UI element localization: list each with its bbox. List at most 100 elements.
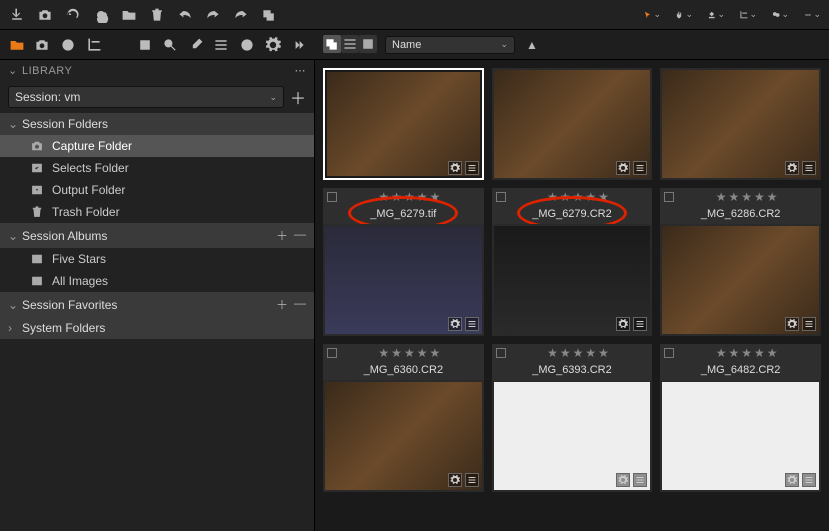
rotate-cw-icon[interactable] bbox=[92, 6, 110, 24]
rotate-ccw-icon[interactable] bbox=[64, 6, 82, 24]
list-icon[interactable] bbox=[213, 36, 231, 54]
crop-tool-icon[interactable] bbox=[85, 36, 103, 54]
tree-item[interactable]: Capture Folder bbox=[0, 135, 314, 157]
star-rating[interactable]: ★★★★★ bbox=[341, 190, 480, 204]
overflow-icon[interactable] bbox=[289, 36, 307, 54]
select-checkbox[interactable] bbox=[496, 348, 506, 358]
thumbnail-cell[interactable]: ★★★★★_MG_6286.CR2 bbox=[660, 188, 821, 336]
tree-item[interactable]: Selects Folder bbox=[0, 157, 314, 179]
meta-badge-icon[interactable] bbox=[802, 161, 816, 175]
meta-badge-icon[interactable] bbox=[633, 161, 647, 175]
import-icon[interactable] bbox=[8, 6, 26, 24]
gear-icon[interactable] bbox=[264, 36, 282, 54]
library-header[interactable]: ⌄ LIBRARY ⋯ bbox=[0, 60, 314, 81]
sort-field-select[interactable]: Name ⌄ bbox=[385, 36, 515, 54]
thumbnail[interactable] bbox=[660, 380, 821, 492]
list-view-button[interactable] bbox=[341, 35, 359, 53]
meta-badge-icon[interactable] bbox=[465, 317, 479, 331]
thumbnail-browser[interactable]: ★★★★★_MG_6279.tif★★★★★_MG_6279.CR2★★★★★_… bbox=[315, 60, 829, 531]
adjust-badge-icon[interactable] bbox=[785, 317, 799, 331]
library-menu-icon[interactable]: ⋯ bbox=[295, 64, 307, 77]
group-remove-button[interactable]: — bbox=[294, 296, 306, 313]
adjust-badge-icon[interactable] bbox=[616, 473, 630, 487]
meta-badge-icon[interactable] bbox=[465, 473, 479, 487]
tree-group-header[interactable]: ⌄Session Albums＋— bbox=[0, 223, 314, 248]
thumbnail[interactable] bbox=[660, 224, 821, 336]
tree-item[interactable]: Output Folder bbox=[0, 179, 314, 201]
tree-item[interactable]: Five Stars bbox=[0, 248, 314, 270]
tree-group-header[interactable]: ⌄Session Folders bbox=[0, 113, 314, 135]
group-add-button[interactable]: ＋ bbox=[276, 227, 288, 244]
cursor-icon[interactable]: ⌄ bbox=[643, 6, 661, 24]
redo-icon[interactable] bbox=[232, 6, 250, 24]
tree-group-header[interactable]: ⌄Session Favorites＋— bbox=[0, 292, 314, 317]
star-rating[interactable]: ★★★★★ bbox=[678, 346, 817, 360]
adjust-badge-icon[interactable] bbox=[448, 473, 462, 487]
meta-badge-icon[interactable] bbox=[465, 161, 479, 175]
brush-icon[interactable] bbox=[187, 36, 205, 54]
session-select[interactable]: Session: vm ⌄ bbox=[8, 86, 284, 108]
thumbnail[interactable] bbox=[492, 224, 653, 336]
thumbnail-cell[interactable] bbox=[492, 68, 653, 180]
group-add-button[interactable]: ＋ bbox=[276, 296, 288, 313]
thumbnail[interactable] bbox=[323, 68, 484, 180]
thumbnail[interactable] bbox=[660, 68, 821, 180]
select-checkbox[interactable] bbox=[496, 192, 506, 202]
undo-icon[interactable] bbox=[176, 6, 194, 24]
crop-icon[interactable]: ⌄ bbox=[739, 6, 757, 24]
adjust-badge-icon[interactable] bbox=[616, 317, 630, 331]
select-checkbox[interactable] bbox=[327, 348, 337, 358]
adjust-badge-icon[interactable] bbox=[448, 317, 462, 331]
crop2-icon[interactable] bbox=[136, 36, 154, 54]
clone-icon[interactable]: ⌄ bbox=[771, 6, 789, 24]
pan-icon[interactable]: ⌄ bbox=[675, 6, 693, 24]
thumbnail[interactable] bbox=[492, 68, 653, 180]
capture-icon[interactable] bbox=[36, 6, 54, 24]
meta-badge-icon[interactable] bbox=[633, 473, 647, 487]
folder-up-icon[interactable] bbox=[120, 6, 138, 24]
star-rating[interactable]: ★★★★★ bbox=[678, 190, 817, 204]
meta-badge-icon[interactable] bbox=[633, 317, 647, 331]
thumbnail-cell[interactable]: ★★★★★_MG_6279.tif bbox=[323, 188, 484, 336]
thumbnail[interactable] bbox=[323, 224, 484, 336]
adjust-badge-icon[interactable] bbox=[448, 161, 462, 175]
thumbnail[interactable] bbox=[492, 380, 653, 492]
thumbnail-cell[interactable] bbox=[660, 68, 821, 180]
select-checkbox[interactable] bbox=[327, 192, 337, 202]
thumbnail-cell[interactable]: ★★★★★_MG_6393.CR2 bbox=[492, 344, 653, 492]
adjust-badge-icon[interactable] bbox=[785, 473, 799, 487]
circle-icon[interactable] bbox=[238, 36, 256, 54]
adjust-badge-icon[interactable] bbox=[785, 161, 799, 175]
camera-icon[interactable] bbox=[34, 36, 52, 54]
session-add-button[interactable]: ＋ bbox=[290, 85, 306, 109]
sort-direction-button[interactable]: ▲ bbox=[523, 36, 541, 54]
star-rating[interactable]: ★★★★★ bbox=[510, 346, 649, 360]
meta-badge-icon[interactable] bbox=[802, 317, 816, 331]
tree-group-header[interactable]: ›System Folders bbox=[0, 317, 314, 339]
thumbnail[interactable] bbox=[323, 380, 484, 492]
select-checkbox[interactable] bbox=[664, 192, 674, 202]
filmstrip-view-button[interactable] bbox=[359, 35, 377, 53]
thumbnail-cell[interactable]: ★★★★★_MG_6482.CR2 bbox=[660, 344, 821, 492]
thumbnail-cell[interactable] bbox=[323, 68, 484, 180]
tree-item[interactable]: Trash Folder bbox=[0, 201, 314, 223]
tree-item[interactable]: All Images bbox=[0, 270, 314, 292]
thumbnail-cell[interactable]: ★★★★★_MG_6279.CR2 bbox=[492, 188, 653, 336]
redo-alt-icon[interactable] bbox=[204, 6, 222, 24]
group-remove-button[interactable]: — bbox=[294, 227, 306, 244]
more-icon[interactable]: ⌄ bbox=[803, 6, 821, 24]
search-icon[interactable] bbox=[161, 36, 179, 54]
fill-icon[interactable]: ⌄ bbox=[707, 6, 725, 24]
adjust-badge-icon[interactable] bbox=[616, 161, 630, 175]
trash-icon[interactable] bbox=[148, 6, 166, 24]
star-rating[interactable]: ★★★★★ bbox=[510, 190, 649, 204]
adjust-icon[interactable] bbox=[110, 36, 128, 54]
lens-icon[interactable] bbox=[59, 36, 77, 54]
thumbnail-cell[interactable]: ★★★★★_MG_6360.CR2 bbox=[323, 344, 484, 492]
star-rating[interactable]: ★★★★★ bbox=[341, 346, 480, 360]
folder-icon[interactable] bbox=[8, 36, 26, 54]
grid-view-button[interactable] bbox=[323, 35, 341, 53]
windows-icon[interactable] bbox=[260, 6, 278, 24]
meta-badge-icon[interactable] bbox=[802, 473, 816, 487]
select-checkbox[interactable] bbox=[664, 348, 674, 358]
